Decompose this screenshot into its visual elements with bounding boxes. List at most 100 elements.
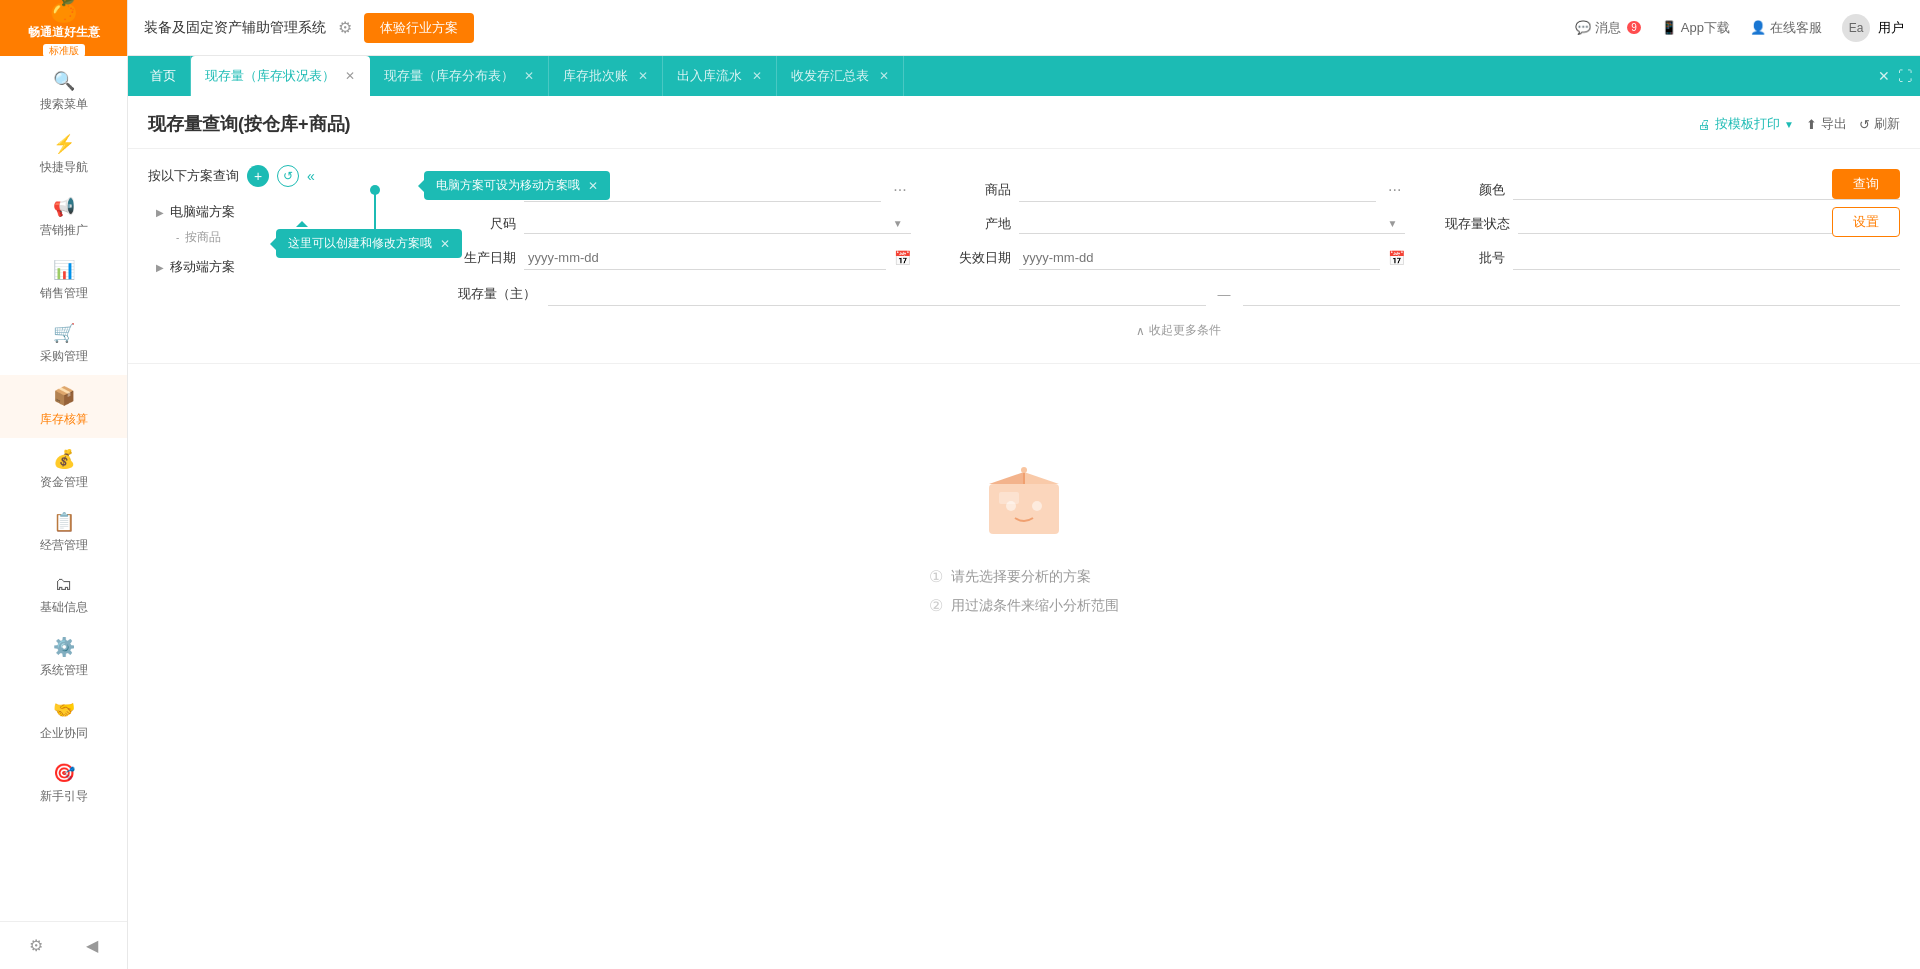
phone-icon: 📱 (1661, 20, 1677, 35)
tab-collect-summary-label: 收发存汇总表 (791, 67, 869, 85)
finance-icon: 💰 (53, 448, 75, 470)
filter-refresh-btn[interactable]: ↺ (277, 165, 299, 187)
batch-input[interactable] (1513, 246, 1900, 270)
sidebar-item-ops[interactable]: 📋 经营管理 (0, 501, 127, 564)
tooltip-text-2: 这里可以创建和修改方案哦 (288, 235, 432, 252)
size-select[interactable]: ▼ (524, 214, 911, 234)
empty-hint-1: ① 请先选择要分析的方案 (929, 567, 1119, 586)
sidebar-item-label: 搜索菜单 (40, 96, 88, 113)
filter-add-btn[interactable]: + (247, 165, 269, 187)
produce-date-label: 生产日期 (456, 249, 516, 267)
marketing-icon: 📢 (53, 196, 75, 218)
print-icon: 🖨 (1698, 117, 1711, 132)
online-service-group[interactable]: 👤 在线客服 (1750, 19, 1822, 37)
tab-home[interactable]: 首页 (136, 56, 191, 96)
stock-max-input[interactable] (1243, 282, 1901, 306)
sidebar-item-search[interactable]: 🔍 搜索菜单 (0, 60, 127, 123)
tab-inventory-dist-label: 现存量（库存分布表） (384, 67, 514, 85)
tab-close-icon[interactable]: ✕ (752, 69, 762, 83)
app-download-group[interactable]: 📱 App下载 (1661, 19, 1730, 37)
settings-footer-btn[interactable]: ⚙ (29, 936, 43, 955)
scheme-expand-arrow: ▶ (156, 207, 164, 218)
refresh-icon: ↺ (1859, 117, 1870, 132)
sidebar-item-quick[interactable]: ⚡ 快捷导航 (0, 123, 127, 186)
page-container: 现存量查询(按仓库+商品) 🖨 按模板打印 ▼ ⬆ 导出 ↺ 刷新 (128, 96, 1920, 969)
ops-icon: 📋 (53, 511, 75, 533)
svg-marker-1 (989, 472, 1024, 484)
svg-point-7 (1021, 467, 1027, 473)
sidebar-item-purchase[interactable]: 🛒 采购管理 (0, 312, 127, 375)
origin-select[interactable]: ▼ (1019, 214, 1406, 234)
color-label: 颜色 (1445, 181, 1505, 199)
collapse-sidebar-btn[interactable]: ◀ (86, 936, 98, 955)
produce-date-input[interactable] (524, 246, 886, 270)
message-icon: 💬 (1575, 20, 1591, 35)
filter-stock-row: 现存量（主） — (456, 282, 1900, 306)
empty-state: ① 请先选择要分析的方案 ② 用过滤条件来缩小分析范围 (128, 364, 1920, 695)
stock-range-dash: — (1218, 287, 1231, 302)
export-btn[interactable]: ⬆ 导出 (1806, 115, 1847, 133)
collapse-label: 收起更多条件 (1149, 322, 1221, 339)
sidebar-item-system[interactable]: ⚙️ 系统管理 (0, 626, 127, 689)
tab-in-out-flow[interactable]: 出入库流水 ✕ (663, 56, 777, 96)
filter-section: 按以下方案查询 + ↺ « 电脑方案可设为移动方案哦 ✕ ▶ 电脑端方案 这里可… (128, 149, 1920, 364)
tooltip-close-2[interactable]: ✕ (440, 237, 450, 251)
sidebar-item-marketing[interactable]: 📢 营销推广 (0, 186, 127, 249)
tab-bar-end: ✕ ⛶ (1878, 68, 1912, 84)
page-header: 现存量查询(按仓库+商品) 🖨 按模板打印 ▼ ⬆ 导出 ↺ 刷新 (128, 96, 1920, 149)
tab-collect-summary[interactable]: 收发存汇总表 ✕ (777, 56, 904, 96)
goods-more-icon[interactable]: ··· (1384, 181, 1405, 199)
produce-date-calendar-icon[interactable]: 📅 (894, 250, 911, 266)
tab-close-icon[interactable]: ✕ (638, 69, 648, 83)
search-actions: 查询 设置 (1832, 169, 1900, 237)
size-dropdown-icon: ▼ (893, 218, 903, 229)
warehouse-more-icon[interactable]: ··· (889, 181, 910, 199)
refresh-btn[interactable]: ↺ 刷新 (1859, 115, 1900, 133)
goods-input[interactable] (1019, 178, 1376, 202)
tab-inventory-status[interactable]: 现存量（库存状况表） ✕ (191, 56, 370, 96)
hint-number-1: ① (929, 567, 943, 586)
message-group[interactable]: 💬 消息 9 (1575, 19, 1641, 37)
tooltip-close-1[interactable]: ✕ (588, 179, 598, 193)
stock-min-input[interactable] (548, 282, 1206, 306)
template-print-btn[interactable]: 🖨 按模板打印 ▼ (1698, 115, 1794, 133)
system-title: 装备及固定资产辅助管理系统 (144, 19, 326, 37)
empty-svg (969, 444, 1079, 544)
scheme-pc-label: 电脑端方案 (170, 203, 235, 221)
trial-button[interactable]: 体验行业方案 (364, 13, 474, 43)
tab-close-icon[interactable]: ✕ (524, 69, 534, 83)
filter-collapse-arrow[interactable]: « (307, 168, 315, 184)
connector-dot (370, 185, 380, 195)
user-group[interactable]: Ea 用户 (1842, 14, 1904, 42)
page-title: 现存量查询(按仓库+商品) (148, 112, 351, 136)
sidebar-item-inventory[interactable]: 📦 库存核算 (0, 375, 127, 438)
tab-close-icon[interactable]: ✕ (345, 69, 355, 83)
sidebar-item-finance[interactable]: 💰 资金管理 (0, 438, 127, 501)
app-name: 畅通道好生意 (28, 24, 100, 41)
header-right: 💬 消息 9 📱 App下载 👤 在线客服 Ea 用户 (1575, 14, 1904, 42)
sidebar-item-enterprise[interactable]: 🤝 企业协同 (0, 689, 127, 752)
sidebar-item-guide[interactable]: 🎯 新手引导 (0, 752, 127, 815)
settings-icon[interactable]: ⚙ (338, 18, 352, 37)
search-btn[interactable]: 查询 (1832, 169, 1900, 199)
tab-close-all-icon[interactable]: ✕ (1878, 68, 1890, 84)
hint-number-2: ② (929, 596, 943, 615)
reset-btn[interactable]: 设置 (1832, 207, 1900, 237)
tab-close-icon[interactable]: ✕ (879, 69, 889, 83)
sidebar-item-sales[interactable]: 📊 销售管理 (0, 249, 127, 312)
enterprise-icon: 🤝 (53, 699, 75, 721)
sidebar-footer: ⚙ ◀ (0, 921, 127, 969)
tab-bar: 首页 现存量（库存状况表） ✕ 现存量（库存分布表） ✕ 库存批次账 ✕ 出入库… (128, 56, 1920, 96)
sidebar-item-basic[interactable]: 🗂 基础信息 (0, 564, 127, 626)
scheme-sub-label: 按商品 (185, 229, 221, 246)
tab-home-label: 首页 (150, 67, 176, 85)
tab-fullscreen-icon[interactable]: ⛶ (1898, 68, 1912, 84)
tab-inventory-dist[interactable]: 现存量（库存分布表） ✕ (370, 56, 549, 96)
sidebar-item-label: 新手引导 (40, 788, 88, 805)
export-icon: ⬆ (1806, 117, 1817, 132)
expire-date-calendar-icon[interactable]: 📅 (1388, 250, 1405, 266)
basic-icon: 🗂 (55, 574, 73, 595)
expire-date-input[interactable] (1019, 246, 1381, 270)
collapse-filter-btn[interactable]: ∧ 收起更多条件 (456, 314, 1900, 347)
tab-batch-ledger[interactable]: 库存批次账 ✕ (549, 56, 663, 96)
